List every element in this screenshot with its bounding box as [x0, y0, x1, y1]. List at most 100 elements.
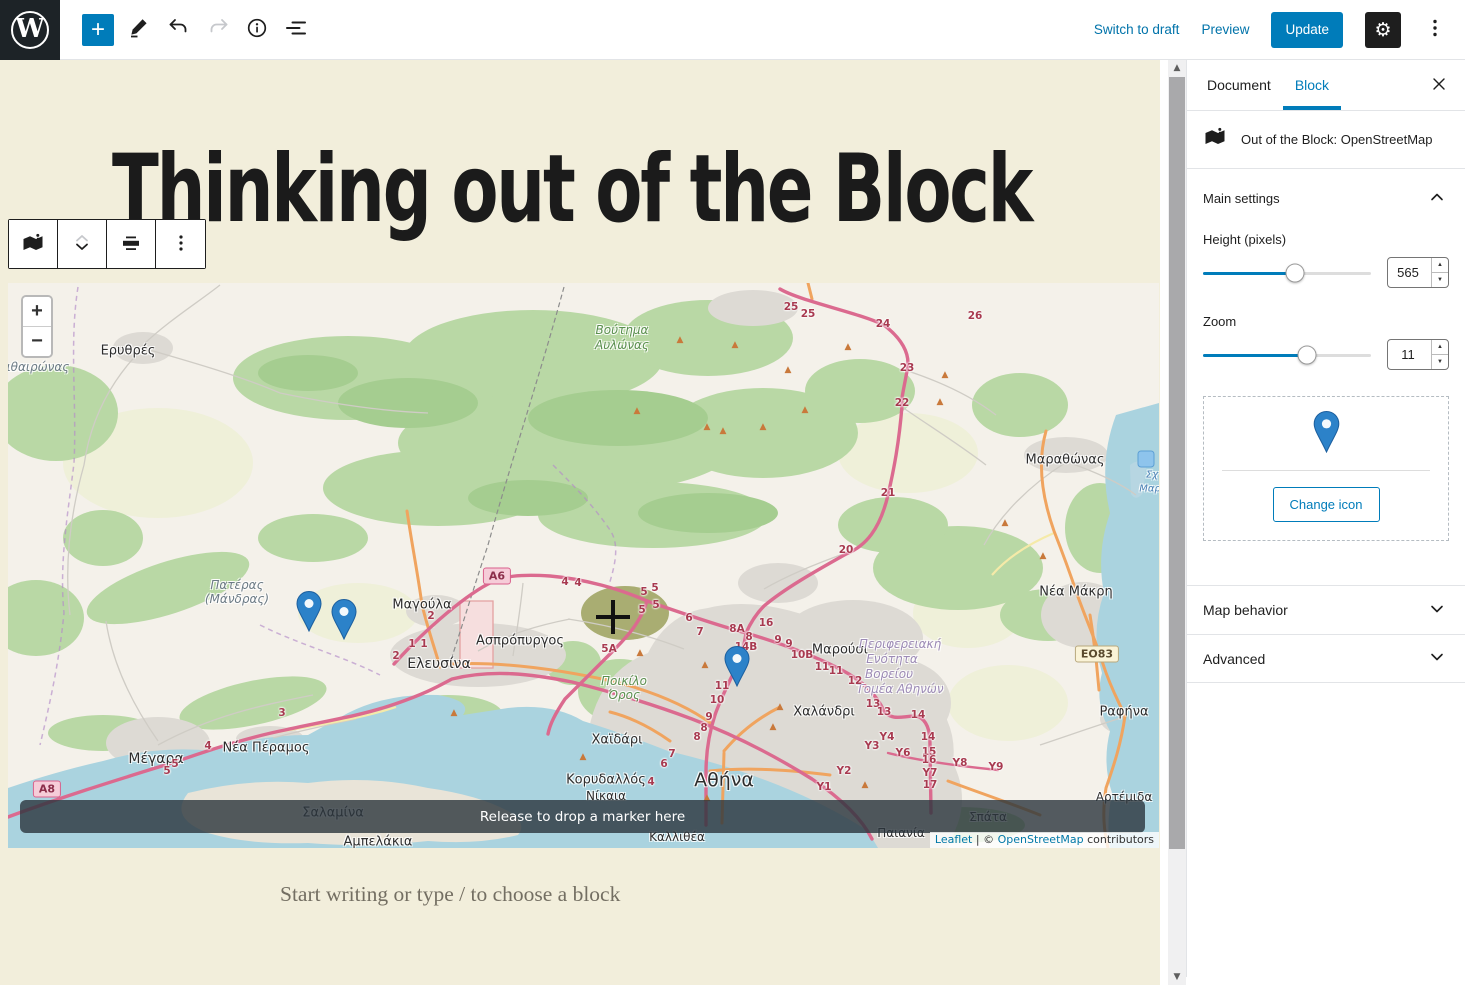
wordpress-editor: W + Switch to draft Preview Update ⚙ Thi… [0, 0, 1465, 985]
advanced-toggle[interactable]: Advanced [1187, 634, 1465, 683]
paragraph-placeholder[interactable]: Start writing or type / to choose a bloc… [280, 882, 920, 907]
map-place-label: (Μάνδρας) [204, 592, 270, 606]
height-slider-thumb[interactable] [1285, 263, 1305, 283]
post-title[interactable]: Thinking out of the Block [112, 135, 1033, 244]
map-place-label: Κορυδαλλός [566, 772, 646, 788]
editor-top-bar: W + Switch to draft Preview Update ⚙ [0, 0, 1465, 60]
road-shield: A6 [482, 567, 512, 585]
stepper-down-icon[interactable]: ▼ [1432, 273, 1448, 287]
road-number-label: 23 [899, 362, 915, 374]
peak-icon: ▲ [719, 426, 727, 436]
switch-to-draft-button[interactable]: Switch to draft [1094, 22, 1180, 37]
map-marker-icon[interactable] [296, 590, 322, 633]
drop-marker-bar[interactable]: Release to drop a marker here [20, 800, 1145, 833]
marker-pin-icon [1313, 410, 1340, 457]
road-number-label: 14 [920, 731, 936, 743]
tab-document[interactable]: Document [1195, 60, 1283, 110]
edit-tool-button[interactable] [127, 17, 153, 43]
road-number-label: Y3 [864, 740, 880, 752]
road-number-label: Y7 [922, 767, 938, 779]
map-place-label: Ραφήνα [1099, 704, 1149, 720]
block-options-button[interactable] [156, 220, 205, 268]
map-overlay-layer: Ερυθρές Μαγούλα Ασπρόπυργος Ελευσίνα Μαρούσι… [8, 283, 1159, 848]
drop-marker-hint: Release to drop a marker here [479, 808, 686, 825]
more-tools-button[interactable] [1423, 12, 1447, 48]
zoom-input[interactable] [1388, 347, 1428, 362]
road-number-label: 10B [790, 649, 814, 661]
road-number-label: 6 [685, 612, 693, 624]
block-inserter-button[interactable]: + [82, 13, 114, 46]
advanced-title: Advanced [1203, 650, 1266, 667]
block-card: Out of the Block: OpenStreetMap [1187, 111, 1465, 169]
road-number-label: 25 [783, 301, 799, 313]
undo-icon [167, 16, 191, 43]
undo-button[interactable] [166, 17, 192, 43]
close-icon [1429, 74, 1449, 97]
road-number-label: 8A [729, 623, 745, 635]
scroll-up-arrow[interactable]: ▲ [1168, 60, 1186, 76]
map-marker-icon[interactable] [331, 598, 357, 641]
road-number-label: 2 [427, 610, 435, 622]
road-number-label: 8 [700, 722, 708, 734]
road-number-label: 4 [204, 740, 212, 752]
stepper-up-icon[interactable]: ▲ [1432, 258, 1448, 273]
leaflet-link[interactable]: Leaflet [935, 833, 972, 846]
update-button[interactable]: Update [1271, 11, 1343, 48]
openstreetmap-block[interactable]: Ερυθρές Μαγούλα Ασπρόπυργος Ελευσίνα Μαρούσι… [8, 283, 1159, 848]
road-number-label: Y9 [988, 761, 1004, 773]
more-vertical-icon [169, 231, 193, 258]
scroll-down-arrow[interactable]: ▼ [1168, 969, 1186, 985]
map-behavior-toggle[interactable]: Map behavior [1187, 585, 1465, 634]
road-number-label: 5 [652, 599, 660, 611]
map-place-label: Ενότητα [866, 652, 918, 666]
preview-button[interactable]: Preview [1201, 22, 1249, 37]
road-number-label: 14 [910, 709, 926, 721]
scrollbar-thumb[interactable] [1169, 77, 1185, 849]
road-number-label: 5 [171, 758, 179, 770]
map-place-label: Κιθαιρώνας [8, 360, 70, 374]
main-settings-toggle[interactable]: Main settings [1203, 185, 1449, 212]
map-block-icon [1203, 125, 1227, 154]
redo-icon [206, 16, 230, 43]
block-mover[interactable] [58, 220, 107, 268]
zoom-slider-thumb[interactable] [1297, 345, 1317, 365]
height-input[interactable] [1388, 265, 1428, 280]
zoom-slider[interactable] [1203, 345, 1371, 365]
alignment-button[interactable] [107, 220, 156, 268]
peak-icon: ▲ [801, 405, 809, 415]
editor-canvas[interactable]: Thinking out of the Block Ερυθρές Μαγούλ… [0, 60, 1160, 985]
zoom-out-button[interactable]: − [23, 326, 51, 356]
close-sidebar-button[interactable] [1421, 60, 1457, 110]
wordpress-logo[interactable]: W [0, 0, 60, 60]
road-number-label: 4 [647, 776, 655, 788]
chevron-down-icon [1425, 597, 1449, 624]
attribution-separator: | © [972, 833, 998, 846]
map-zoom-control: + − [21, 295, 53, 358]
redo-button[interactable] [205, 17, 231, 43]
settings-gear-button[interactable]: ⚙ [1365, 11, 1401, 48]
map-place-label: Νέα Μάκρη [1039, 584, 1113, 600]
stepper-down-icon[interactable]: ▼ [1432, 355, 1448, 369]
info-icon [245, 16, 269, 43]
map-marker-icon[interactable] [724, 645, 750, 688]
map-place-label: Αθήνα [694, 769, 754, 791]
block-navigation-button[interactable] [283, 17, 309, 43]
zoom-in-button[interactable]: + [23, 297, 51, 327]
height-slider[interactable] [1203, 263, 1371, 283]
change-icon-button[interactable]: Change icon [1272, 487, 1380, 522]
details-button[interactable] [244, 17, 270, 43]
height-control: Height (pixels) ▲ ▼ [1203, 232, 1449, 288]
chevron-up-icon [1425, 185, 1449, 212]
road-number-label: Y1 [816, 781, 832, 793]
map-place-label: Βορείου [864, 667, 914, 681]
road-number-label: 11 [814, 661, 830, 673]
editor-scrollbar[interactable]: ▲ ▼ [1168, 60, 1186, 985]
main-settings-panel: Main settings Height (pixels) ▲ ▼ [1187, 169, 1465, 557]
tab-block[interactable]: Block [1283, 60, 1341, 110]
map-place-label: Ποικίλο [600, 674, 648, 688]
stepper-up-icon[interactable]: ▲ [1432, 340, 1448, 355]
map-behavior-title: Map behavior [1203, 602, 1288, 618]
openstreetmap-link[interactable]: OpenStreetMap [998, 833, 1084, 846]
road-number-label: 5 [163, 765, 171, 777]
block-type-button[interactable] [9, 220, 58, 268]
